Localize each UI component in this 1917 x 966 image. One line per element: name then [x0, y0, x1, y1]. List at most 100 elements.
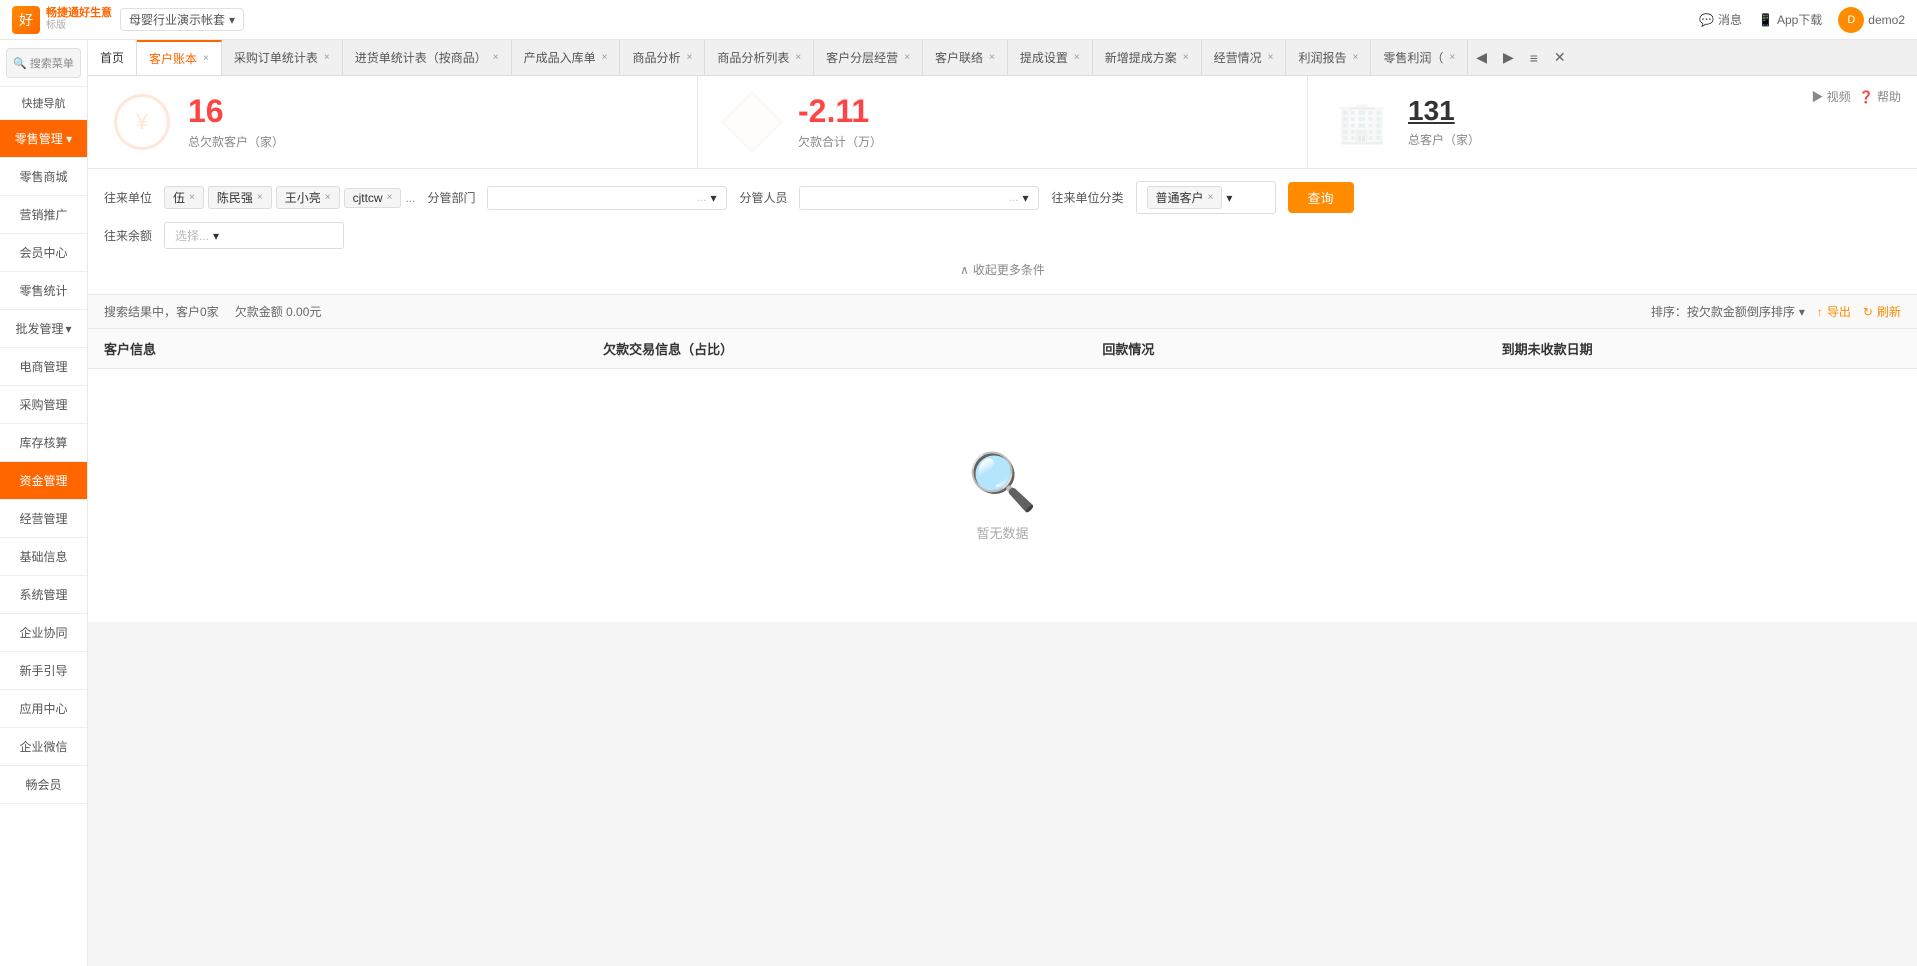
- help-icon: ❓: [1859, 90, 1874, 104]
- tab-close-retail-profit[interactable]: ×: [1449, 52, 1455, 63]
- message-icon: 💬: [1699, 13, 1714, 27]
- sidebar-item-new-guide[interactable]: 新手引导: [0, 652, 87, 690]
- summary-card-customers: ¥ 16 总欠款客户（家）: [88, 76, 698, 168]
- tab-close-customer-account[interactable]: ×: [203, 53, 209, 64]
- main-layout: 🔍 搜索菜单 快捷导航 零售管理 ▾ 零售商城 营销推广 会员中心 零售统计 批…: [0, 40, 1917, 966]
- tab-close-operations-status[interactable]: ×: [1268, 52, 1274, 63]
- person-select[interactable]: ... ▾: [799, 186, 1039, 210]
- tab-close-customer-contact[interactable]: ×: [989, 52, 995, 63]
- tab-customer-tier[interactable]: 客户分层经营 ×: [814, 40, 923, 76]
- tab-close-inbound-stats[interactable]: ×: [493, 52, 499, 63]
- tab-profit-report[interactable]: 利润报告 ×: [1286, 40, 1371, 76]
- sidebar-item-basic-info[interactable]: 基础信息: [0, 538, 87, 576]
- tab-close-purchase-stats[interactable]: ×: [324, 52, 330, 63]
- tabs-prev-button[interactable]: ◀: [1468, 40, 1495, 76]
- unit-class-dropdown-icon: ▾: [1226, 191, 1232, 205]
- sidebar-item-system[interactable]: 系统管理: [0, 576, 87, 614]
- col-header-customer-info: 客户信息: [104, 339, 603, 358]
- sidebar-item-wholesale-mgmt[interactable]: 批发管理 ▾: [0, 310, 87, 348]
- more-tags-button[interactable]: ...: [405, 191, 415, 205]
- query-button[interactable]: 查询: [1288, 182, 1354, 213]
- sidebar-item-member-center[interactable]: 会员中心: [0, 234, 87, 272]
- tab-close-product-analysis[interactable]: ×: [686, 52, 692, 63]
- sort-dropdown-icon: ▾: [1799, 305, 1805, 319]
- person-filter-label: 分管人员: [739, 189, 787, 206]
- dept-select[interactable]: ... ▾: [487, 186, 727, 210]
- remove-tag-wang[interactable]: ×: [325, 192, 331, 203]
- video-button[interactable]: ▶ 视频: [1811, 88, 1850, 105]
- unit-class-tags: 普通客户 ×: [1147, 186, 1223, 209]
- sidebar-item-inventory[interactable]: 库存核算: [0, 424, 87, 462]
- refresh-button[interactable]: ↻ 刷新: [1863, 303, 1901, 320]
- tab-inbound-stats[interactable]: 进货单统计表（按商品） ×: [343, 40, 512, 76]
- sidebar-item-finance[interactable]: 资金管理: [0, 462, 87, 500]
- dept-filter-label: 分管部门: [427, 189, 475, 206]
- balance-select[interactable]: 选择... ▾: [164, 222, 344, 249]
- search-menu-button[interactable]: 🔍 搜索菜单: [6, 48, 81, 78]
- sidebar-item-ecommerce[interactable]: 电商管理: [0, 348, 87, 386]
- chevron-right-icon: ▾: [66, 132, 72, 146]
- col-header-date: 到期未收款日期: [1502, 339, 1901, 358]
- tabs-close-all-button[interactable]: ✕: [1546, 40, 1574, 76]
- card-info-customers: 16 总欠款客户（家）: [188, 94, 284, 150]
- filter-row-1: 往来单位 伍 × 陈民强 × 王小亮 ×: [104, 181, 1901, 214]
- sidebar-item-purchase-mgmt[interactable]: 采购管理: [0, 386, 87, 424]
- tab-close-product-analysis-list[interactable]: ×: [795, 52, 801, 63]
- tab-product-analysis-list[interactable]: 商品分析列表 ×: [705, 40, 814, 76]
- user-menu[interactable]: D demo2: [1838, 7, 1905, 33]
- sidebar-item-enterprise[interactable]: 企业协同: [0, 614, 87, 652]
- collapse-button[interactable]: ∧ 收起更多条件: [956, 257, 1049, 282]
- total-label: 总客户（家）: [1408, 131, 1480, 148]
- unit-class-select[interactable]: 普通客户 × ▾: [1136, 181, 1276, 214]
- tab-retail-profit[interactable]: 零售利润（ ×: [1371, 40, 1468, 76]
- sidebar-item-marketing[interactable]: 营销推广: [0, 196, 87, 234]
- app-download-button[interactable]: 📱 App下载: [1758, 11, 1822, 28]
- sidebar-item-corp-wechat[interactable]: 企业微信: [0, 728, 87, 766]
- sidebar-item-retail-mall[interactable]: 零售商城: [0, 158, 87, 196]
- tab-raise-settings[interactable]: 提成设置 ×: [1008, 40, 1093, 76]
- sidebar-item-retail-mgmt[interactable]: 零售管理 ▾: [0, 120, 87, 158]
- remove-tag-wu[interactable]: ×: [189, 192, 195, 203]
- person-dropdown-icon: ▾: [1022, 191, 1028, 205]
- workspace-selector[interactable]: 母婴行业演示帐套 ▾: [120, 8, 244, 31]
- sidebar-item-retail-stats[interactable]: 零售统计: [0, 272, 87, 310]
- remove-tag-cjttcw[interactable]: ×: [387, 192, 393, 203]
- remove-tag-chen[interactable]: ×: [257, 192, 263, 203]
- messages-button[interactable]: 💬 消息: [1699, 11, 1742, 28]
- tab-close-profit-report[interactable]: ×: [1352, 52, 1358, 63]
- tabs-menu-button[interactable]: ≡: [1522, 40, 1546, 76]
- tab-customer-contact[interactable]: 客户联络 ×: [923, 40, 1008, 76]
- sidebar: 🔍 搜索菜单 快捷导航 零售管理 ▾ 零售商城 营销推广 会员中心 零售统计 批…: [0, 40, 88, 966]
- tab-production-inbound[interactable]: 产成品入库单 ×: [512, 40, 621, 76]
- tab-add-plan[interactable]: 新增提成方案 ×: [1093, 40, 1202, 76]
- result-actions: 排序：按欠款金额倒序排序 ▾ ↑ 导出 ↻ 刷新: [1651, 303, 1901, 320]
- remove-unit-class-tag[interactable]: ×: [1208, 192, 1214, 203]
- sidebar-item-vip-member[interactable]: 畅会员: [0, 766, 87, 804]
- building-icon: 🏢: [1337, 99, 1387, 146]
- customers-icon: ¥: [114, 94, 170, 150]
- chevron-down-icon2: ▾: [65, 322, 71, 336]
- logo-area: 好 畅捷通好生意 标版: [12, 6, 112, 34]
- sidebar-item-operations[interactable]: 经营管理: [0, 500, 87, 538]
- export-button[interactable]: ↑ 导出: [1817, 303, 1851, 320]
- tab-close-add-plan[interactable]: ×: [1183, 52, 1189, 63]
- tab-close-production-inbound[interactable]: ×: [602, 52, 608, 63]
- tab-product-analysis[interactable]: 商品分析 ×: [620, 40, 705, 76]
- filter-row-2: 往来余额 选择... ▾: [104, 222, 1901, 249]
- quick-nav-button[interactable]: 快捷导航: [0, 87, 87, 120]
- card-actions: ▶ 视频 ❓ 帮助: [1811, 88, 1901, 105]
- tab-customer-account[interactable]: 客户账本 ×: [137, 40, 222, 76]
- sort-selector[interactable]: 排序：按欠款金额倒序排序 ▾: [1651, 303, 1805, 320]
- tab-home[interactable]: 首页: [88, 40, 137, 76]
- tab-purchase-stats[interactable]: 采购订单统计表 ×: [222, 40, 343, 76]
- tabs-next-button[interactable]: ▶: [1495, 40, 1522, 76]
- collapse-up-icon: ∧: [960, 263, 969, 277]
- tab-close-raise-settings[interactable]: ×: [1074, 52, 1080, 63]
- tab-operations-status[interactable]: 经营情况 ×: [1202, 40, 1287, 76]
- balance-dropdown-icon: ▾: [213, 229, 219, 243]
- sidebar-item-app-center[interactable]: 应用中心: [0, 690, 87, 728]
- table-header: 客户信息 欠款交易信息（占比） 回款情况 到期未收款日期: [88, 329, 1917, 369]
- result-count: 搜索结果中，客户0家: [104, 303, 219, 320]
- help-button[interactable]: ❓ 帮助: [1859, 88, 1901, 105]
- tab-close-customer-tier[interactable]: ×: [904, 52, 910, 63]
